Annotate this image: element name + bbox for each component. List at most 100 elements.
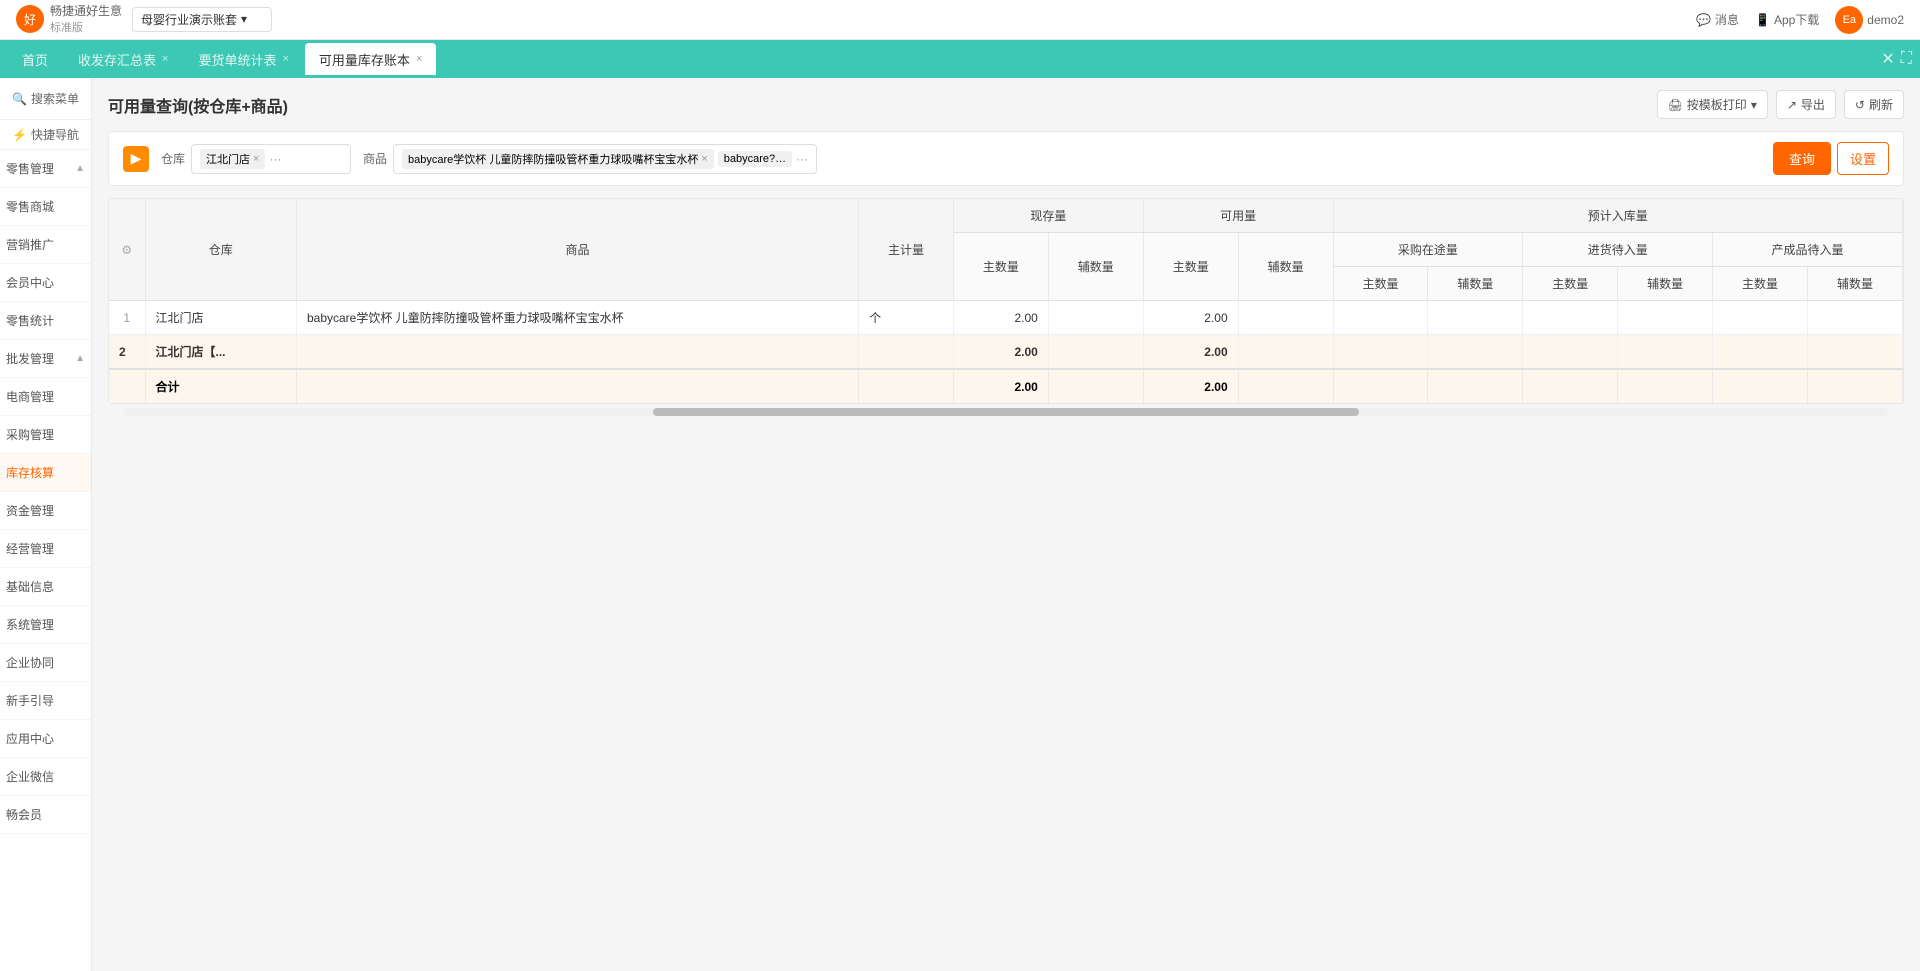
sidebar-item-label: 零售统计 xyxy=(6,312,54,329)
column-settings-icon[interactable]: ⚙ xyxy=(121,243,132,257)
page-content: 可用量查询(按仓库+商品) 🖨 按模板打印 ▾ ↗ 导出 ↺ 刷新 xyxy=(92,78,1920,432)
data-table: ⚙ 仓库 商品 主计量 现存量 可用量 预计入库量 主数量 辅数量 xyxy=(108,198,1904,404)
inventory-table: ⚙ 仓库 商品 主计量 现存量 可用量 预计入库量 主数量 辅数量 xyxy=(109,199,1903,403)
total-product xyxy=(296,369,858,403)
top-bar-left: 好 畅捷通好生意 标准版 母婴行业演示账套 ▾ xyxy=(16,4,272,34)
table-row: 1 江北门店 babycare学饮杯 儿童防摔防撞吸管杯重力球吸嘴杯宝宝水杯 个… xyxy=(109,301,1903,335)
settings-btn[interactable]: 设置 xyxy=(1837,142,1889,175)
sidebar-item-wecom[interactable]: 企业微信 xyxy=(0,758,91,796)
warehouse-filter-label: 仓库 xyxy=(161,150,185,167)
subtotal-unit xyxy=(859,335,954,370)
export-btn[interactable]: ↗ 导出 xyxy=(1776,90,1836,119)
tab-home[interactable]: 首页 xyxy=(8,43,62,75)
message-label: 消息 xyxy=(1715,11,1739,28)
row-produced-main xyxy=(1713,301,1808,335)
warehouse-tag-remove[interactable]: × xyxy=(253,153,259,165)
sidebar-item-label: 营销推广 xyxy=(6,236,54,253)
sidebar-item-label: 采购管理 xyxy=(6,426,54,443)
sidebar-item-collab[interactable]: 企业协同 xyxy=(0,644,91,682)
tab-receivable-summary[interactable]: 收发存汇总表 × xyxy=(64,43,182,75)
quick-nav-icon: ⚡ xyxy=(12,128,27,142)
forecast-group-header: 预计入库量 xyxy=(1333,199,1902,233)
horizontal-scrollbar[interactable] xyxy=(124,408,1888,416)
expand-btn[interactable]: ⛶ xyxy=(1901,50,1912,68)
subtotal-warehouse: 江北门店【... xyxy=(145,335,296,370)
product-tag-1-remove[interactable]: × xyxy=(701,153,707,165)
row-purchase-main xyxy=(1333,301,1428,335)
refresh-btn[interactable]: ↺ 刷新 xyxy=(1844,90,1904,119)
row-avail-main: 2.00 xyxy=(1143,301,1238,335)
available-group-header: 可用量 xyxy=(1143,199,1333,233)
total-incoming-main xyxy=(1523,369,1618,403)
message-icon: 💬 xyxy=(1696,13,1711,27)
export-icon: ↗ xyxy=(1787,98,1797,112)
product-filter-input[interactable]: babycare学饮杯 儿童防摔防撞吸管杯重力球吸嘴杯宝宝水杯 × babyca… xyxy=(393,144,817,174)
user-area[interactable]: Ea demo2 xyxy=(1835,6,1904,34)
message-btn[interactable]: 💬 消息 xyxy=(1696,11,1739,28)
sidebar-item-label: 企业协同 xyxy=(6,654,54,671)
sidebar-item-label: 库存核算 xyxy=(6,464,54,481)
sidebar-item-purchase[interactable]: 采购管理 xyxy=(0,416,91,454)
quick-nav-label: 快捷导航 xyxy=(31,126,79,143)
sidebar-item-finance[interactable]: 资金管理 xyxy=(0,492,91,530)
logo-text: 畅捷通好生意 xyxy=(50,4,122,18)
total-row: 合计 2.00 2.00 xyxy=(109,369,1903,403)
sidebar-item-system[interactable]: 系统管理 xyxy=(0,606,91,644)
incoming-main-header: 主数量 xyxy=(1523,267,1618,301)
warehouse-filter-input[interactable]: 江北门店 × ··· xyxy=(191,144,351,174)
logo-sub: 标准版 xyxy=(50,19,122,35)
row-current-main: 2.00 xyxy=(953,301,1048,335)
sidebar-item-ecommerce[interactable]: 电商管理 xyxy=(0,378,91,416)
row-incoming-main xyxy=(1523,301,1618,335)
content-area: 可用量查询(按仓库+商品) 🖨 按模板打印 ▾ ↗ 导出 ↺ 刷新 xyxy=(92,78,1920,971)
sidebar-item-ops[interactable]: 经营管理 xyxy=(0,530,91,568)
logo-area: 好 畅捷通好生意 标准版 xyxy=(16,4,122,34)
scroll-thumb[interactable] xyxy=(653,408,1359,416)
sidebar-item-wholesale[interactable]: 批发管理 ▲ xyxy=(0,340,91,378)
industry-select[interactable]: 母婴行业演示账套 ▾ xyxy=(132,7,272,32)
tab-close-icon[interactable]: × xyxy=(282,53,288,65)
query-btn[interactable]: 查询 xyxy=(1773,142,1831,175)
print-label: 按模板打印 xyxy=(1687,96,1747,113)
sidebar-item-label: 企业微信 xyxy=(6,768,54,785)
tab-order-stat[interactable]: 要货单统计表 × xyxy=(184,43,302,75)
row-avail-aux xyxy=(1238,301,1333,335)
sidebar-item-retail-stat[interactable]: 零售统计 xyxy=(0,302,91,340)
sidebar-search-area: 🔍 搜索菜单 xyxy=(0,78,91,120)
sidebar-item-label: 零售商城 xyxy=(6,198,54,215)
close-all-tabs-btn[interactable]: ✕ xyxy=(1881,49,1894,69)
print-btn[interactable]: 🖨 按模板打印 ▾ xyxy=(1657,90,1768,119)
avail-aux-header: 辅数量 xyxy=(1238,233,1333,301)
row-purchase-aux xyxy=(1428,301,1523,335)
app-download-btn[interactable]: 📱 App下载 xyxy=(1755,11,1819,28)
row-incoming-aux xyxy=(1618,301,1713,335)
product-filter-label: 商品 xyxy=(363,150,387,167)
main-layout: 🔍 搜索菜单 ⚡ 快捷导航 零售管理 ▲ 零售商城 营销推广 会员中心 零售统计… xyxy=(0,78,1920,971)
total-avail-main: 2.00 xyxy=(1143,369,1238,403)
page-actions: 🖨 按模板打印 ▾ ↗ 导出 ↺ 刷新 xyxy=(1657,90,1904,119)
tab-available-stock[interactable]: 可用量库存账本 × xyxy=(305,43,436,75)
warehouse-col-header: 仓库 xyxy=(145,199,296,301)
sidebar-item-retail-mall[interactable]: 零售商城 xyxy=(0,188,91,226)
row-produced-aux xyxy=(1807,301,1902,335)
filter-toggle-btn[interactable]: ▶ xyxy=(123,146,149,172)
incoming-aux-header: 辅数量 xyxy=(1618,267,1713,301)
subtotal-produced-aux xyxy=(1807,335,1902,370)
quick-nav-btn[interactable]: ⚡ 快捷导航 xyxy=(0,120,91,150)
sidebar-item-base[interactable]: 基础信息 xyxy=(0,568,91,606)
sidebar-item-member[interactable]: 会员中心 xyxy=(0,264,91,302)
page-header: 可用量查询(按仓库+商品) 🖨 按模板打印 ▾ ↗ 导出 ↺ 刷新 xyxy=(108,90,1904,119)
subtotal-row: 2 江北门店【... 2.00 2.00 xyxy=(109,335,1903,370)
tab-close-icon[interactable]: × xyxy=(416,53,422,65)
sidebar-item-newbie[interactable]: 新手引导 xyxy=(0,682,91,720)
refresh-icon: ↺ xyxy=(1855,98,1865,112)
sidebar-item-label: 经营管理 xyxy=(6,540,54,557)
sidebar-item-zero-retail[interactable]: 零售管理 ▲ xyxy=(0,150,91,188)
search-menu-btn[interactable]: 🔍 搜索菜单 xyxy=(8,86,83,111)
sidebar-item-vip[interactable]: 畅会员 xyxy=(0,796,91,834)
sidebar-item-appstore[interactable]: 应用中心 xyxy=(0,720,91,758)
sidebar-item-marketing[interactable]: 营销推广 xyxy=(0,226,91,264)
sidebar-item-label: 会员中心 xyxy=(6,274,54,291)
sidebar-item-inventory[interactable]: 库存核算 xyxy=(0,454,91,492)
tab-close-icon[interactable]: × xyxy=(162,53,168,65)
